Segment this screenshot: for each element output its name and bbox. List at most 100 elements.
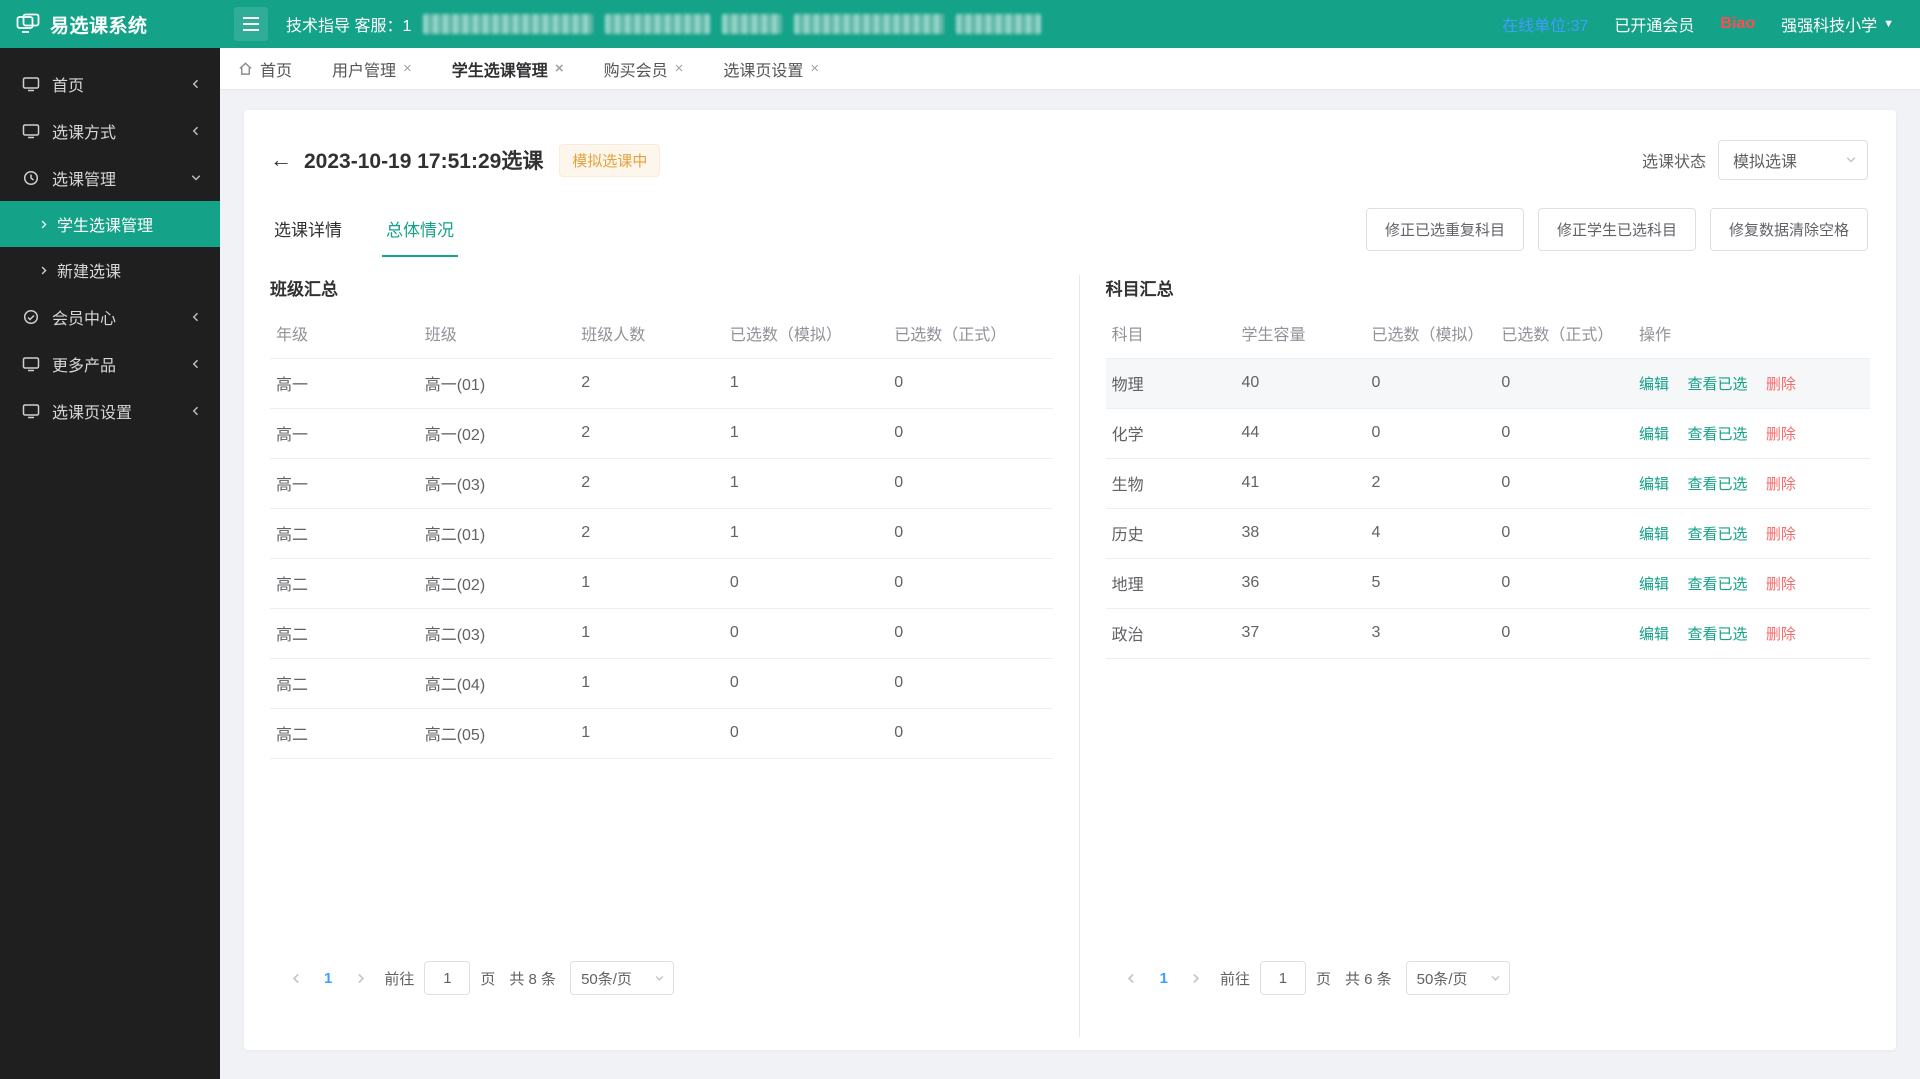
cell-selected-sim: 2: [1365, 458, 1495, 508]
member-status-label[interactable]: 已开通会员: [1614, 12, 1694, 36]
next-page-icon[interactable]: [1182, 964, 1210, 992]
delete-link[interactable]: 删除: [1766, 626, 1796, 643]
view-selected-link[interactable]: 查看已选: [1687, 426, 1747, 443]
edit-link[interactable]: 编辑: [1639, 476, 1669, 493]
column-header: 年级: [270, 308, 419, 358]
tab-overall-situation[interactable]: 总体情况: [382, 216, 458, 257]
cell-selected-formal: 0: [888, 658, 1052, 708]
cell-class: 高一(03): [419, 458, 576, 508]
fix-student-selected-button[interactable]: 修正学生已选科目: [1538, 208, 1696, 251]
view-selected-link[interactable]: 查看已选: [1687, 576, 1747, 593]
edit-link[interactable]: 编辑: [1639, 576, 1669, 593]
nav-tab-home[interactable]: 首页: [238, 57, 292, 81]
cell-subject: 政治: [1106, 608, 1236, 658]
support-contact-label: 技术指导 客服：1: [286, 12, 411, 36]
nav-tab-label: 首页: [260, 57, 292, 81]
cell-selected-formal: 0: [888, 708, 1052, 758]
prev-page-icon[interactable]: [1118, 964, 1146, 992]
edit-link[interactable]: 编辑: [1639, 426, 1669, 443]
cell-selected-sim: 1: [724, 358, 888, 408]
sidebar-item-label: 学生选课管理: [57, 212, 153, 236]
view-selected-link[interactable]: 查看已选: [1687, 476, 1747, 493]
sidebar-item-member-center[interactable]: 会员中心: [0, 293, 220, 340]
cell-selected-sim: 0: [724, 608, 888, 658]
view-selected-link[interactable]: 查看已选: [1687, 376, 1747, 393]
page-number[interactable]: 1: [1156, 970, 1172, 987]
nav-tab-buy-membership[interactable]: 购买会员 ×: [604, 57, 684, 81]
cell-selected-formal: 0: [888, 458, 1052, 508]
close-icon[interactable]: ×: [555, 60, 564, 77]
cell-capacity: 44: [1236, 408, 1366, 458]
close-icon[interactable]: ×: [403, 60, 412, 77]
tab-selection-detail[interactable]: 选课详情: [270, 216, 346, 257]
page-number[interactable]: 1: [320, 970, 336, 987]
sidebar-item-label: 更多产品: [52, 352, 178, 376]
next-page-icon[interactable]: [346, 964, 374, 992]
edit-link[interactable]: 编辑: [1639, 376, 1669, 393]
chevron-left-icon: [190, 125, 202, 137]
nav-tab-selection-page-settings[interactable]: 选课页设置 ×: [723, 57, 819, 81]
status-select[interactable]: 模拟选课: [1718, 140, 1868, 180]
page-title: 2023-10-19 17:51:29选课: [304, 145, 543, 175]
class-pagination: 1 前往 页 共 8 条 50条/页: [270, 961, 1053, 1037]
app-title: 易选课系统: [50, 11, 148, 38]
close-icon[interactable]: ×: [675, 60, 684, 77]
cell-selected-sim: 0: [724, 658, 888, 708]
collapse-menu-icon[interactable]: [234, 7, 268, 41]
chevron-down-icon: [1490, 973, 1501, 984]
sidebar-item-selection-management[interactable]: 选课管理: [0, 154, 220, 201]
sidebar-item-label: 选课方式: [52, 119, 178, 143]
sidebar-item-student-selection[interactable]: 学生选课管理: [0, 201, 220, 247]
cell-selected-sim: 4: [1365, 508, 1495, 558]
cell-class: 高二(02): [419, 558, 576, 608]
org-dropdown[interactable]: 强强科技小学 ▼: [1781, 12, 1894, 36]
table-row: 地理 36 5 0 编辑 查看已选 删除: [1106, 558, 1870, 608]
sidebar-item-selection-method[interactable]: 选课方式: [0, 107, 220, 154]
cell-selected-sim: 1: [724, 458, 888, 508]
view-selected-link[interactable]: 查看已选: [1687, 526, 1747, 543]
fix-duplicate-subjects-button[interactable]: 修正已选重复科目: [1366, 208, 1524, 251]
sidebar-item-more-products[interactable]: 更多产品: [0, 340, 220, 387]
view-selected-link[interactable]: 查看已选: [1687, 626, 1747, 643]
chevron-left-icon: [190, 311, 202, 323]
page-size-value: 50条/页: [581, 968, 632, 989]
table-row: 生物 41 2 0 编辑 查看已选 删除: [1106, 458, 1870, 508]
edit-link[interactable]: 编辑: [1639, 626, 1669, 643]
biao-label[interactable]: Biao: [1720, 15, 1755, 33]
back-arrow-icon[interactable]: ←: [270, 149, 292, 171]
delete-link[interactable]: 删除: [1766, 376, 1796, 393]
cell-selected-sim: 0: [1365, 358, 1495, 408]
delete-link[interactable]: 删除: [1766, 426, 1796, 443]
cell-class-size: 2: [575, 508, 724, 558]
cell-selected-sim: 0: [1365, 408, 1495, 458]
close-icon[interactable]: ×: [810, 60, 819, 77]
cell-actions: 编辑 查看已选 删除: [1633, 408, 1870, 458]
subject-pagination: 1 前往 页 共 6 条 50条/页: [1106, 961, 1870, 1037]
redacted-phone-block: [956, 14, 1041, 34]
cell-subject: 化学: [1106, 408, 1236, 458]
sidebar-item-home[interactable]: 首页: [0, 60, 220, 107]
nav-tab-user-management[interactable]: 用户管理 ×: [332, 57, 412, 81]
delete-link[interactable]: 删除: [1766, 526, 1796, 543]
page-content: ← 2023-10-19 17:51:29选课 模拟选课中 选课状态 模拟选课 …: [220, 90, 1920, 1079]
cell-grade: 高一: [270, 358, 419, 408]
cell-subject: 物理: [1106, 358, 1236, 408]
prev-page-icon[interactable]: [282, 964, 310, 992]
page-size-select[interactable]: 50条/页: [1406, 961, 1510, 995]
cell-class: 高二(01): [419, 508, 576, 558]
edit-link[interactable]: 编辑: [1639, 526, 1669, 543]
delete-link[interactable]: 删除: [1766, 476, 1796, 493]
fix-data-spaces-button[interactable]: 修复数据清除空格: [1710, 208, 1868, 251]
nav-tab-student-selection[interactable]: 学生选课管理 ×: [452, 57, 564, 81]
goto-page-input[interactable]: [424, 961, 470, 995]
sidebar-item-selection-page-settings[interactable]: 选课页设置: [0, 387, 220, 434]
chevron-left-icon: [190, 405, 202, 417]
cell-grade: 高二: [270, 708, 419, 758]
delete-link[interactable]: 删除: [1766, 576, 1796, 593]
cell-class: 高二(05): [419, 708, 576, 758]
page-size-select[interactable]: 50条/页: [570, 961, 674, 995]
goto-page-input[interactable]: [1260, 961, 1306, 995]
sidebar-item-new-selection[interactable]: 新建选课: [0, 247, 220, 293]
column-header: 操作: [1633, 308, 1870, 358]
cell-selected-formal: 0: [888, 358, 1052, 408]
